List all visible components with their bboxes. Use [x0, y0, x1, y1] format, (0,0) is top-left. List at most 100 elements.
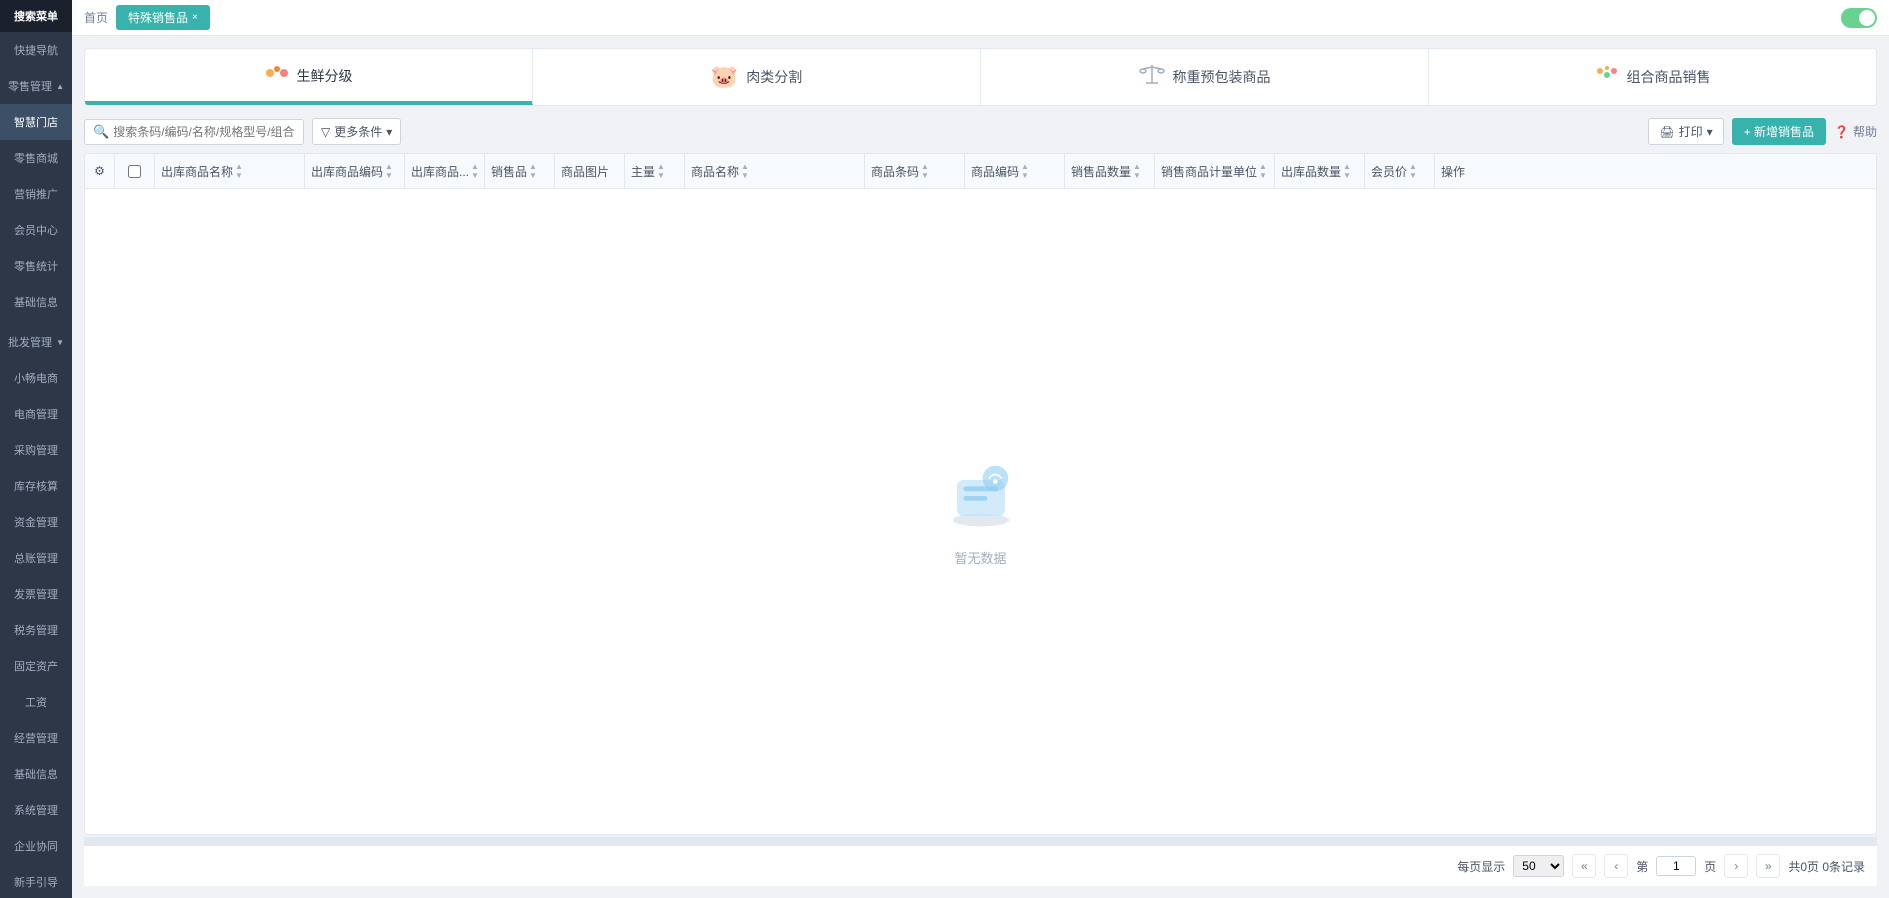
th-goods-code[interactable]: 商品编码 ▲▼: [965, 154, 1065, 188]
sidebar-item-invoice-mgmt[interactable]: 发票管理: [0, 576, 72, 612]
sidebar-item-basic-info[interactable]: 基础信息: [0, 284, 72, 320]
sidebar-item-general-ledger[interactable]: 总账管理: [0, 540, 72, 576]
toolbar-left: 🔍 ▽ 更多条件 ▾: [84, 118, 401, 145]
first-page-button[interactable]: «: [1572, 854, 1596, 878]
active-tab-label: 特殊销售品: [128, 9, 188, 26]
th-sale-goods[interactable]: 销售品 ▲▼: [485, 154, 555, 188]
th-member-price[interactable]: 会员价 ▲▼: [1365, 154, 1435, 188]
horizontal-scrollbar[interactable]: [84, 837, 1877, 845]
sidebar-item-sys-mgmt[interactable]: 系统管理: [0, 792, 72, 828]
active-tab[interactable]: 特殊销售品 ×: [116, 5, 210, 30]
sidebar-item-micro-shop[interactable]: 小畅电商: [0, 360, 72, 396]
sort-icon: ▲▼: [1409, 162, 1417, 180]
sidebar-item-wholesale-mgmt[interactable]: 批发管理 ▼: [0, 324, 72, 360]
th-checkbox[interactable]: [115, 154, 155, 188]
th-out-goods-spec[interactable]: 出库商品... ▲▼: [405, 154, 485, 188]
th-goods-name[interactable]: 商品名称 ▲▼: [685, 154, 865, 188]
filter-icon: ▽: [321, 125, 330, 139]
sidebar-item-enterprise[interactable]: 企业协同: [0, 828, 72, 864]
sidebar-item-label: 基础信息: [14, 294, 58, 310]
search-box[interactable]: 🔍: [84, 119, 304, 145]
sidebar-item-label: 零售管理: [8, 78, 52, 94]
sidebar-item-fixed-assets[interactable]: 固定资产: [0, 648, 72, 684]
sidebar-item-member-center[interactable]: 会员中心: [0, 212, 72, 248]
sidebar-item-retail-mgmt[interactable]: 零售管理 ▲: [0, 68, 72, 104]
sidebar-item-label: 资金管理: [14, 514, 58, 530]
sort-icon: ▲▼: [1259, 162, 1267, 180]
empty-illustration: [941, 456, 1021, 536]
th-sale-qty[interactable]: 销售品数量 ▲▼: [1065, 154, 1155, 188]
sort-icon: ▲▼: [741, 162, 749, 180]
sidebar-item-label: 固定资产: [14, 658, 58, 674]
sidebar-item-label: 采购管理: [14, 442, 58, 458]
scale-icon: [1139, 63, 1165, 91]
print-label: 打印: [1679, 123, 1703, 140]
combo-icon: [1595, 65, 1619, 89]
th-out-qty[interactable]: 出库品数量 ▲▼: [1275, 154, 1365, 188]
sidebar-item-inventory[interactable]: 库存核算: [0, 468, 72, 504]
sidebar-item-new-guide[interactable]: 新手引导: [0, 864, 72, 898]
prev-page-button[interactable]: ‹: [1604, 854, 1628, 878]
pig-icon: 🐷: [711, 64, 738, 90]
per-page-select[interactable]: 50 10 20 100: [1513, 855, 1564, 877]
sidebar-item-retail-stats[interactable]: 零售统计: [0, 248, 72, 284]
tab-combo-sale[interactable]: 组合商品销售: [1429, 49, 1876, 105]
select-all-checkbox[interactable]: [128, 165, 141, 178]
sidebar-item-basic-info2[interactable]: 基础信息: [0, 756, 72, 792]
home-link[interactable]: 首页: [84, 9, 108, 26]
th-out-goods-name[interactable]: 出库商品名称 ▲▼: [155, 154, 305, 188]
print-button[interactable]: 🖨 打印 ▾: [1648, 118, 1723, 145]
toolbar-right: 🖨 打印 ▾ + 新增销售品 ❓ 帮助: [1648, 118, 1877, 145]
fresh-grade-icon: [265, 64, 289, 88]
sidebar-item-ops-mgmt[interactable]: 经营管理: [0, 720, 72, 756]
sidebar-item-label: 批发管理: [8, 334, 52, 350]
sidebar-item-label: 企业协同: [14, 838, 58, 854]
tab-weight-pack[interactable]: 称重预包装商品: [981, 49, 1429, 105]
th-goods-barcode[interactable]: 商品条码 ▲▼: [865, 154, 965, 188]
sidebar-item-label: 零售统计: [14, 258, 58, 274]
sidebar-item-label: 新手引导: [14, 874, 58, 890]
sidebar-item-capital-mgmt[interactable]: 资金管理: [0, 504, 72, 540]
th-settings[interactable]: ⚙: [85, 154, 115, 188]
print-icon: 🖨: [1659, 125, 1674, 139]
per-page-label: 每页显示: [1457, 858, 1505, 875]
th-goods-img[interactable]: 商品图片: [555, 154, 625, 188]
sidebar-logo[interactable]: 搜索菜单: [0, 0, 72, 32]
sidebar-item-label: 经营管理: [14, 730, 58, 746]
sidebar-item-label: 总账管理: [14, 550, 58, 566]
print-arrow-icon: ▾: [1707, 125, 1713, 139]
page-input[interactable]: [1656, 856, 1696, 876]
filter-label: 更多条件: [334, 123, 382, 140]
last-page-button[interactable]: »: [1756, 854, 1780, 878]
sidebar-item-sales-promo[interactable]: 营销推广: [0, 176, 72, 212]
sidebar-item-retail-mall[interactable]: 零售商城: [0, 140, 72, 176]
th-main-unit[interactable]: 主量 ▲▼: [625, 154, 685, 188]
sort-icon: ▲▼: [529, 162, 537, 180]
tab-label: 组合商品销售: [1627, 67, 1711, 87]
sidebar-item-label: 零售商城: [14, 150, 58, 166]
tab-fresh-grade[interactable]: 生鲜分级: [85, 49, 533, 105]
sidebar-item-wages[interactable]: 工资: [0, 684, 72, 720]
next-page-button[interactable]: ›: [1724, 854, 1748, 878]
filter-button[interactable]: ▽ 更多条件 ▾: [312, 118, 401, 145]
close-tab-button[interactable]: ×: [192, 12, 198, 23]
sidebar-item-label: 工资: [25, 694, 47, 710]
sidebar-item-quick-nav[interactable]: 快捷导航: [0, 32, 72, 68]
sort-icon: ▲▼: [921, 162, 929, 180]
sidebar-item-smart-store[interactable]: 智慧门店: [0, 104, 72, 140]
sidebar-item-label: 库存核算: [14, 478, 58, 494]
sidebar-item-purchase-mgmt[interactable]: 采购管理: [0, 432, 72, 468]
toggle-button[interactable]: [1841, 8, 1877, 28]
pagination: 每页显示 50 10 20 100 « ‹ 第 页 › » 共0页 0条记录: [84, 845, 1877, 886]
th-sale-unit[interactable]: 销售商品计量单位 ▲▼: [1155, 154, 1275, 188]
sidebar-item-label: 电商管理: [14, 406, 58, 422]
th-out-goods-code[interactable]: 出库商品编码 ▲▼: [305, 154, 405, 188]
sidebar-item-label: 税务管理: [14, 622, 58, 638]
main-area: 首页 特殊销售品 × 生鲜分级 🐷: [72, 0, 1889, 898]
search-input[interactable]: [113, 125, 295, 139]
tab-meat-cut[interactable]: 🐷 肉类分割: [533, 49, 981, 105]
new-sale-button[interactable]: + 新增销售品: [1732, 118, 1826, 145]
sidebar-item-ecommerce-mgmt[interactable]: 电商管理: [0, 396, 72, 432]
sidebar-item-tax-mgmt[interactable]: 税务管理: [0, 612, 72, 648]
help-button[interactable]: ❓ 帮助: [1834, 123, 1877, 140]
